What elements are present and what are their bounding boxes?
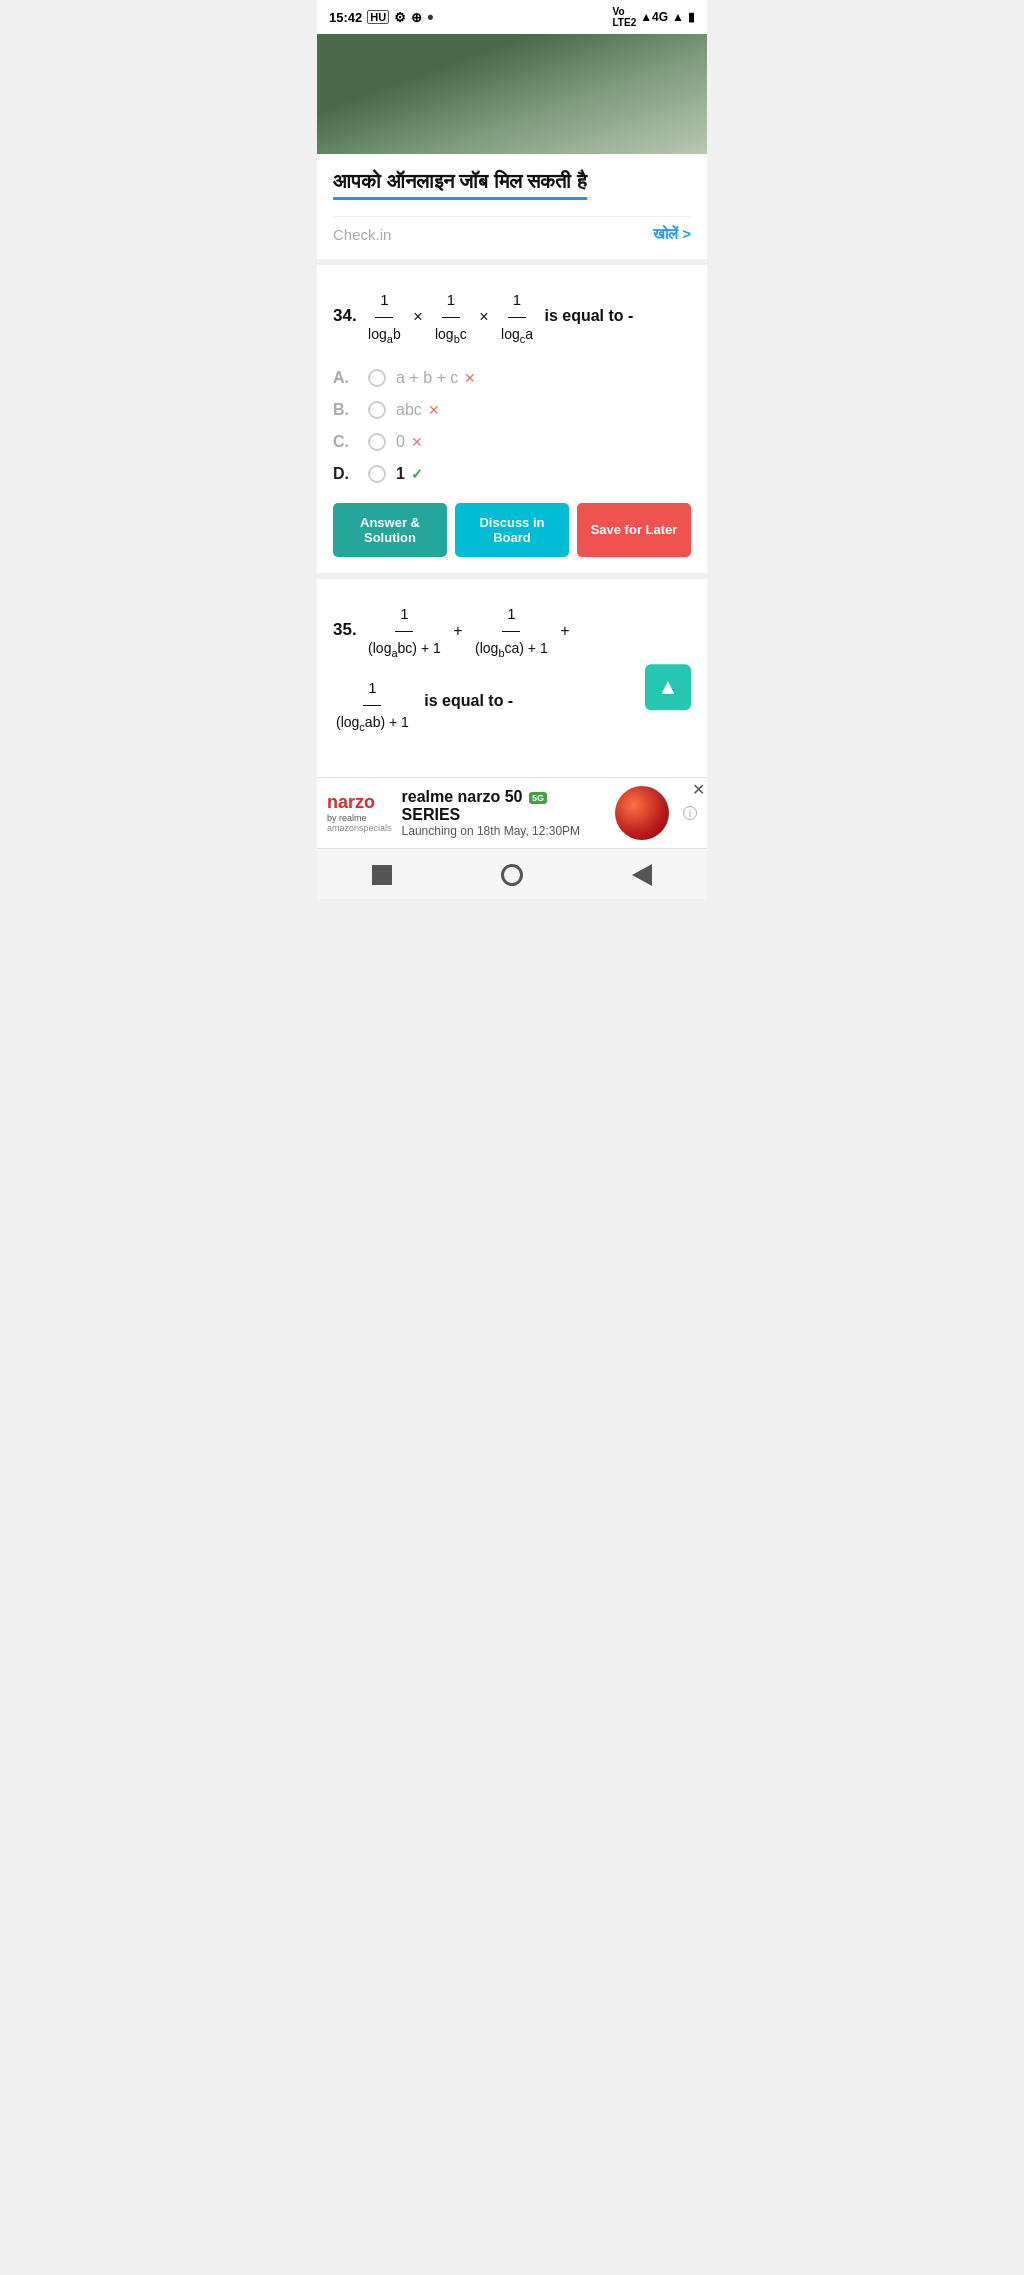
q35-fraction-2: 1 (logbca) + 1: [475, 597, 548, 665]
option-c-text: 0: [396, 433, 405, 451]
status-icon-globe: ⊕: [411, 10, 422, 25]
fraction-3: 1 logca: [501, 283, 533, 351]
ad-bottom-subtitle: Launching on 18th May, 12:30PM: [402, 824, 605, 838]
option-d-label: D.: [333, 465, 358, 483]
option-b-text: abc: [396, 401, 422, 419]
option-b-label: B.: [333, 401, 358, 419]
option-c-radio[interactable]: [368, 433, 386, 451]
ad-url: Check.in: [333, 226, 391, 243]
ad-info-icon[interactable]: i: [683, 806, 697, 820]
ad-bottom-logo-container: narzo by realme amazonspecials: [327, 792, 392, 833]
question-35-text: 35. 1 (logabc) + 1 + 1 (logbca) + 1 + 1 …: [333, 597, 691, 739]
fraction-2: 1 logbc: [435, 283, 467, 351]
option-d-correct-icon: ✓: [411, 466, 423, 482]
times-1: ×: [413, 308, 422, 325]
ad-amazon-label: amazonspecials: [327, 823, 392, 833]
option-c-row[interactable]: C. 0 ✕: [333, 433, 691, 451]
fraction-1: 1 logab: [368, 283, 401, 351]
option-d-row[interactable]: D. 1 ✓: [333, 465, 691, 483]
status-volte: VoLTE2: [613, 6, 637, 28]
status-signal1: ▲4G: [640, 10, 668, 24]
ad-bottom-title: realme narzo 50 5G SERIES: [402, 788, 605, 824]
ad-bottom-image: [615, 786, 669, 840]
option-a-radio[interactable]: [368, 369, 386, 387]
ad-bottom-brand: narzo: [327, 792, 375, 812]
hero-image: [317, 34, 707, 154]
question-34-number: 34.: [333, 306, 357, 325]
option-c-wrong-icon: ✕: [411, 434, 423, 450]
q34-math: 1 logab × 1 logbc × 1 logca: [365, 307, 540, 324]
status-right: VoLTE2 ▲4G ▲ ▮: [613, 6, 696, 28]
question-35-card: ▲ 35. 1 (logabc) + 1 + 1 (logbca) + 1 + …: [317, 579, 707, 777]
ad-footer: Check.in खोलें >: [333, 216, 691, 255]
nav-circle-icon: [501, 864, 523, 886]
scroll-top-button[interactable]: ▲: [645, 664, 691, 710]
chevron-up-icon: ▲: [657, 674, 679, 700]
status-left: 15:42 HU ⚙ ⊕ •: [329, 7, 433, 28]
question-34-options: A. a + b + c ✕ B. abc ✕ C. 0 ✕ D. 1 ✓: [333, 369, 691, 483]
nav-back-button[interactable]: [626, 859, 658, 891]
status-battery: ▮: [688, 10, 695, 24]
q35-is-equal: is equal to -: [424, 692, 513, 709]
option-b-wrong-icon: ✕: [428, 402, 440, 418]
ad-close-button[interactable]: ✕: [692, 780, 705, 799]
q35-plus-2: +: [560, 622, 569, 639]
q35-plus-1: +: [453, 622, 462, 639]
nav-bar: [317, 848, 707, 899]
status-signal2: ▲: [672, 10, 684, 24]
q35-math: 1 (logabc) + 1 + 1 (logbca) + 1 + 1 (log…: [333, 621, 575, 709]
question-35-number: 35.: [333, 620, 357, 639]
option-a-row[interactable]: A. a + b + c ✕: [333, 369, 691, 387]
hero-image-inner: [317, 34, 707, 154]
save-later-button[interactable]: Save for Later: [577, 503, 691, 557]
nav-triangle-icon: [632, 864, 652, 886]
ad-title: आपको ऑनलाइन जॉब मिल सकती है: [333, 170, 587, 200]
question-34-text: 34. 1 logab × 1 logbc × 1 logca is equal…: [333, 283, 691, 351]
nav-square-button[interactable]: [366, 859, 398, 891]
option-a-label: A.: [333, 369, 358, 387]
5g-badge: 5G: [529, 792, 547, 804]
question-34-buttons: Answer & Solution Discuss in Board Save …: [333, 503, 691, 557]
times-2: ×: [479, 308, 488, 325]
ad-bottom-brand-sub: by realme: [327, 813, 392, 823]
option-a-text: a + b + c: [396, 369, 458, 387]
option-b-radio[interactable]: [368, 401, 386, 419]
answer-solution-button[interactable]: Answer & Solution: [333, 503, 447, 557]
ad-banner-top: आपको ऑनलाइन जॉब मिल सकती है Check.in खोल…: [317, 154, 707, 259]
q34-is-equal: is equal to -: [544, 307, 633, 324]
ad-bottom-text: realme narzo 50 5G SERIES Launching on 1…: [402, 788, 605, 838]
option-b-row[interactable]: B. abc ✕: [333, 401, 691, 419]
option-c-label: C.: [333, 433, 358, 451]
ad-open-link[interactable]: खोलें >: [653, 225, 691, 243]
status-time: 15:42: [329, 10, 362, 25]
nav-square-icon: [372, 865, 392, 885]
discuss-board-button[interactable]: Discuss in Board: [455, 503, 569, 557]
q35-fraction-1: 1 (logabc) + 1: [368, 597, 441, 665]
option-d-radio[interactable]: [368, 465, 386, 483]
question-34-card: 34. 1 logab × 1 logbc × 1 logca is equal…: [317, 265, 707, 573]
status-bar: 15:42 HU ⚙ ⊕ • VoLTE2 ▲4G ▲ ▮: [317, 0, 707, 34]
nav-circle-button[interactable]: [496, 859, 528, 891]
status-icon-gear: ⚙: [394, 10, 406, 25]
ad-bottom-banner: narzo by realme amazonspecials realme na…: [317, 777, 707, 848]
status-icon-hd: HU: [367, 10, 389, 24]
status-dot: •: [427, 7, 433, 28]
q35-fraction-3: 1 (logcab) + 1: [336, 671, 409, 739]
option-d-text: 1: [396, 465, 405, 483]
option-a-wrong-icon: ✕: [464, 370, 476, 386]
